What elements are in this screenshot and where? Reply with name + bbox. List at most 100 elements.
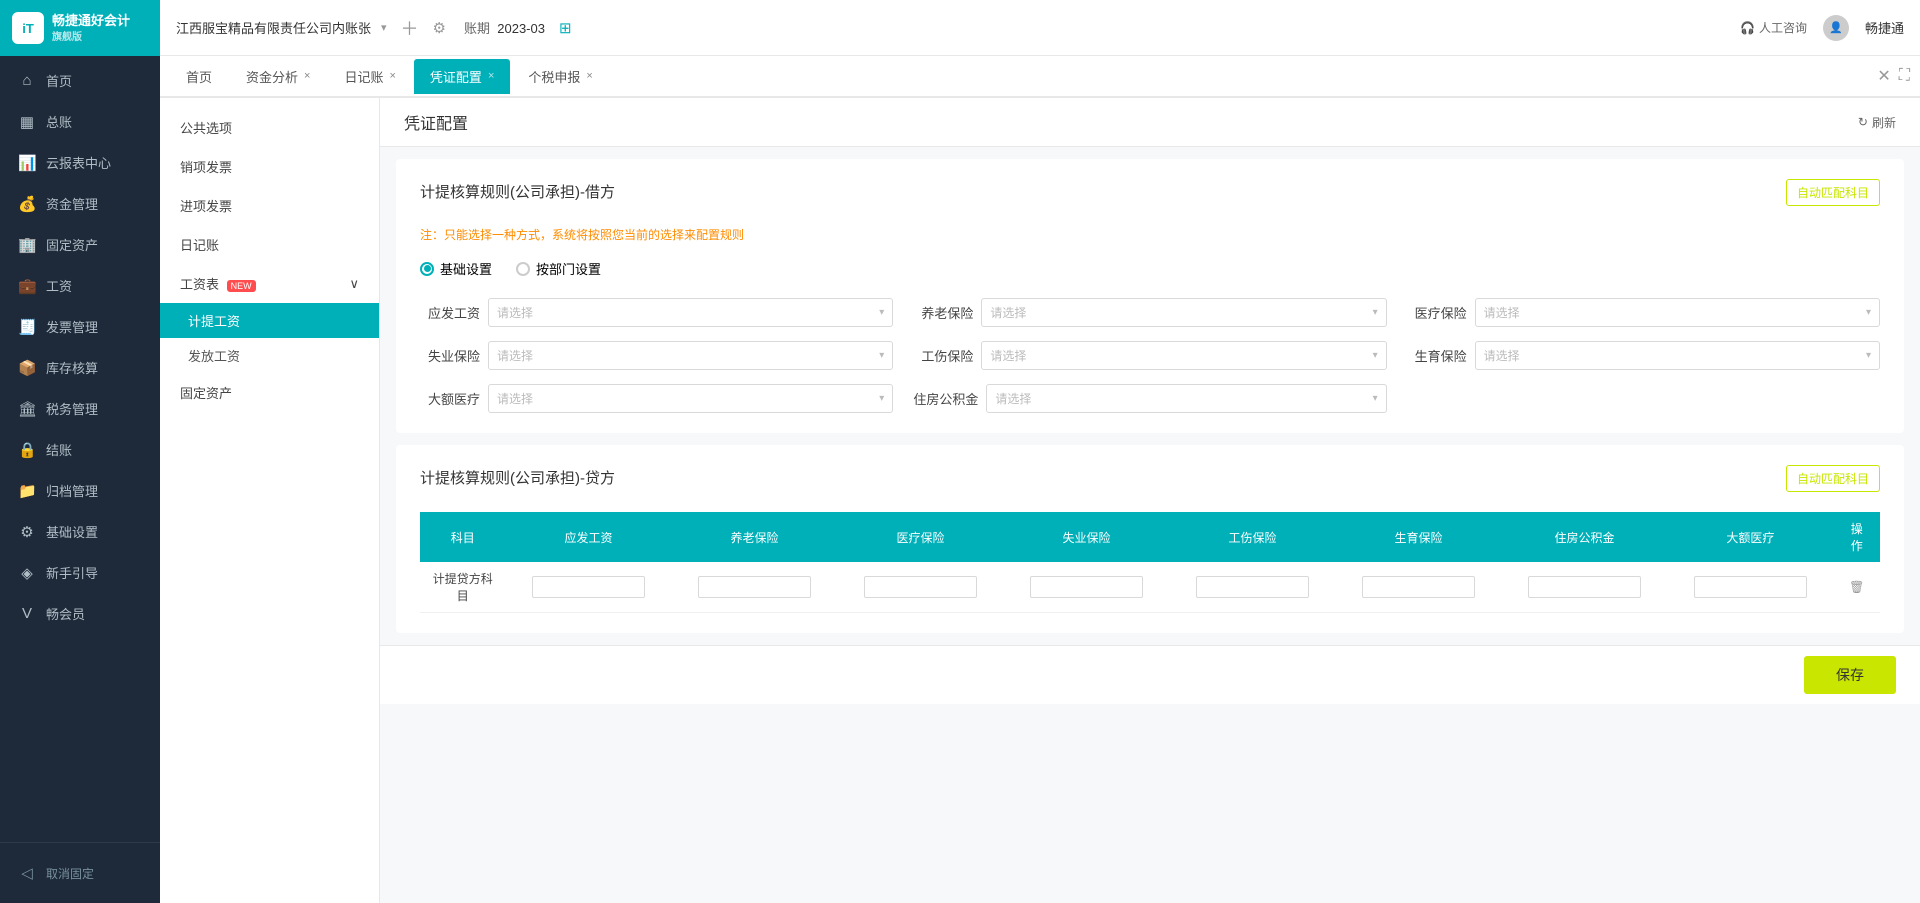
sidebar-item-salary[interactable]: 💼 工资 bbox=[0, 265, 160, 306]
input-sybx[interactable] bbox=[1030, 576, 1144, 598]
select-sybx2-arrow: ▾ bbox=[1866, 350, 1871, 361]
sidebar-item-guide[interactable]: ◈ 新手引导 bbox=[0, 552, 160, 593]
input-ylbx2[interactable] bbox=[864, 576, 978, 598]
sidebar-item-asset[interactable]: 🏢 固定资产 bbox=[0, 224, 160, 265]
expand-tab-icon[interactable]: ⛶ bbox=[1899, 67, 1910, 85]
tab-tax-close[interactable]: × bbox=[586, 70, 592, 82]
refresh-label: 刷新 bbox=[1872, 114, 1896, 131]
asset-icon: 🏢 bbox=[18, 236, 36, 254]
company-name: 江西服宝精品有限责任公司内账张 bbox=[176, 18, 371, 37]
sidebar-item-report[interactable]: 📊 云报表中心 bbox=[0, 142, 160, 183]
select-ylbx[interactable]: 请选择 ▾ bbox=[981, 298, 1386, 327]
tab-finance-close[interactable]: × bbox=[304, 70, 310, 82]
col-action: 操作 bbox=[1833, 512, 1880, 562]
radio-basic-label: 基础设置 bbox=[440, 259, 492, 278]
dropdown-arrow-icon[interactable]: ▾ bbox=[381, 21, 387, 34]
home-icon: ⌂ bbox=[18, 72, 36, 89]
refresh-button[interactable]: ↻ 刷新 bbox=[1858, 114, 1896, 131]
left-menu-sale-invoice[interactable]: 销项发票 bbox=[160, 147, 379, 186]
select-sybx2[interactable]: 请选择 ▾ bbox=[1475, 341, 1880, 370]
sidebar-item-label: 畅会员 bbox=[46, 604, 85, 623]
select-yfgz-placeholder: 请选择 bbox=[497, 304, 533, 321]
input-ylbx[interactable] bbox=[698, 576, 812, 598]
select-sybx[interactable]: 请选择 ▾ bbox=[488, 341, 893, 370]
save-button[interactable]: 保存 bbox=[1804, 656, 1896, 694]
cell-ylbx bbox=[672, 562, 838, 613]
service-button[interactable]: 🎧 人工咨询 bbox=[1740, 19, 1807, 36]
sidebar-item-settings[interactable]: ⚙ 基础设置 bbox=[0, 511, 160, 552]
close-tab-icon[interactable]: ✕ bbox=[1877, 66, 1890, 86]
period-value: 2023-03 bbox=[497, 21, 545, 36]
sidebar-item-invoice[interactable]: 🧾 发票管理 bbox=[0, 306, 160, 347]
radio-basic[interactable]: 基础设置 bbox=[420, 259, 492, 278]
left-menu-fixed-asset[interactable]: 固定资产 bbox=[160, 373, 379, 412]
select-zfgjj[interactable]: 请选择 ▾ bbox=[986, 384, 1386, 413]
tab-voucher-close[interactable]: × bbox=[488, 70, 494, 82]
col-dyyl: 大额医疗 bbox=[1667, 512, 1833, 562]
tab-home[interactable]: 首页 bbox=[170, 59, 228, 94]
select-ylbx2-placeholder: 请选择 bbox=[1484, 304, 1520, 321]
sidebar-item-member[interactable]: V 畅会员 bbox=[0, 593, 160, 634]
close-period-icon: 🔒 bbox=[18, 441, 36, 459]
select-yfgz-arrow: ▾ bbox=[879, 307, 884, 318]
select-ylbx2[interactable]: 请选择 ▾ bbox=[1475, 298, 1880, 327]
left-menu-salary-pay[interactable]: 发放工资 bbox=[160, 338, 379, 373]
tab-home-label: 首页 bbox=[186, 67, 212, 86]
input-yfgz[interactable] bbox=[532, 576, 646, 598]
sidebar-item-close[interactable]: 🔒 结账 bbox=[0, 429, 160, 470]
form-item-ylbx: 养老保险 请选择 ▾ bbox=[913, 298, 1386, 327]
left-menu-salary-table[interactable]: 工资表 NEW ∨ bbox=[160, 264, 379, 303]
credit-table: 科目 应发工资 养老保险 医疗保险 失业保险 工伤保险 生育保险 住房公积金 大… bbox=[420, 512, 1880, 613]
tab-finance[interactable]: 资金分析 × bbox=[230, 59, 326, 94]
calendar-icon[interactable]: ⊞ bbox=[559, 19, 572, 37]
cancel-pin-button[interactable]: ◁ 取消固定 bbox=[0, 853, 160, 893]
col-ylbx: 养老保险 bbox=[672, 512, 838, 562]
sidebar-item-inventory[interactable]: 📦 库存核算 bbox=[0, 347, 160, 388]
input-zfgjj[interactable] bbox=[1528, 576, 1642, 598]
form-item-dyyl: 大额医疗 请选择 ▾ bbox=[420, 384, 893, 413]
cell-ylbx2 bbox=[838, 562, 1004, 613]
refresh-icon: ↻ bbox=[1858, 115, 1868, 129]
sidebar-item-label: 云报表中心 bbox=[46, 153, 111, 172]
radio-dept[interactable]: 按部门设置 bbox=[516, 259, 601, 278]
settings-gear-icon[interactable]: ⚙ bbox=[433, 19, 446, 37]
select-zfgjj-placeholder: 请选择 bbox=[995, 390, 1031, 407]
add-company-icon[interactable]: ＋ bbox=[397, 15, 423, 41]
input-gsbx[interactable] bbox=[1196, 576, 1310, 598]
tab-tax-label: 个税申报 bbox=[528, 67, 580, 86]
label-gsbx: 工伤保险 bbox=[913, 346, 973, 365]
main: 江西服宝精品有限责任公司内账张 ▾ ＋ ⚙ 账期 2023-03 ⊞ 🎧 人工咨… bbox=[160, 0, 1920, 903]
tab-journal[interactable]: 日记账 × bbox=[328, 59, 411, 94]
tab-journal-close[interactable]: × bbox=[389, 70, 395, 82]
left-menu-journal[interactable]: 日记账 bbox=[160, 225, 379, 264]
tab-voucher[interactable]: 凭证配置 × bbox=[414, 59, 510, 94]
sidebar-item-label: 总账 bbox=[46, 112, 72, 131]
debit-form-grid: 应发工资 请选择 ▾ 养老保险 请选择 ▾ 医疗 bbox=[420, 298, 1880, 413]
select-yfgz[interactable]: 请选择 ▾ bbox=[488, 298, 893, 327]
sidebar-item-home[interactable]: ⌂ 首页 bbox=[0, 60, 160, 101]
left-menu-public[interactable]: 公共选项 bbox=[160, 108, 379, 147]
delete-icon[interactable]: 🗑 bbox=[1849, 580, 1864, 594]
app-edition: 旗舰版 bbox=[52, 28, 130, 43]
input-dyyl[interactable] bbox=[1694, 576, 1808, 598]
sidebar-item-tax[interactable]: 🏛 税务管理 bbox=[0, 388, 160, 429]
select-dyyl[interactable]: 请选择 ▾ bbox=[488, 384, 893, 413]
auto-match-credit-button[interactable]: 自动匹配科目 bbox=[1786, 465, 1880, 492]
form-item-sybx2: 生育保险 请选择 ▾ bbox=[1407, 341, 1880, 370]
tab-tax[interactable]: 个税申报 × bbox=[512, 59, 608, 94]
sidebar-item-fund[interactable]: 💰 资金管理 bbox=[0, 183, 160, 224]
select-gsbx[interactable]: 请选择 ▾ bbox=[981, 341, 1386, 370]
table-row: 计提贷方科目 🗑 bbox=[420, 562, 1880, 613]
input-sybx2[interactable] bbox=[1362, 576, 1476, 598]
left-menu-purchase-invoice[interactable]: 进项发票 bbox=[160, 186, 379, 225]
expand-icon: ∨ bbox=[349, 276, 359, 292]
label-zfgjj: 住房公积金 bbox=[913, 389, 978, 408]
content: 公共选项 销项发票 进项发票 日记账 工资表 NEW ∨ 计提工资 发放工资 固… bbox=[160, 98, 1920, 903]
sidebar-item-archive[interactable]: 📁 归档管理 bbox=[0, 470, 160, 511]
left-menu-salary-calc[interactable]: 计提工资 bbox=[160, 303, 379, 338]
salary-icon: 💼 bbox=[18, 277, 36, 295]
auto-match-debit-button[interactable]: 自动匹配科目 bbox=[1786, 179, 1880, 206]
radio-basic-circle bbox=[420, 262, 434, 276]
select-gsbx-arrow: ▾ bbox=[1373, 350, 1378, 361]
sidebar-item-ledger[interactable]: ▦ 总账 bbox=[0, 101, 160, 142]
